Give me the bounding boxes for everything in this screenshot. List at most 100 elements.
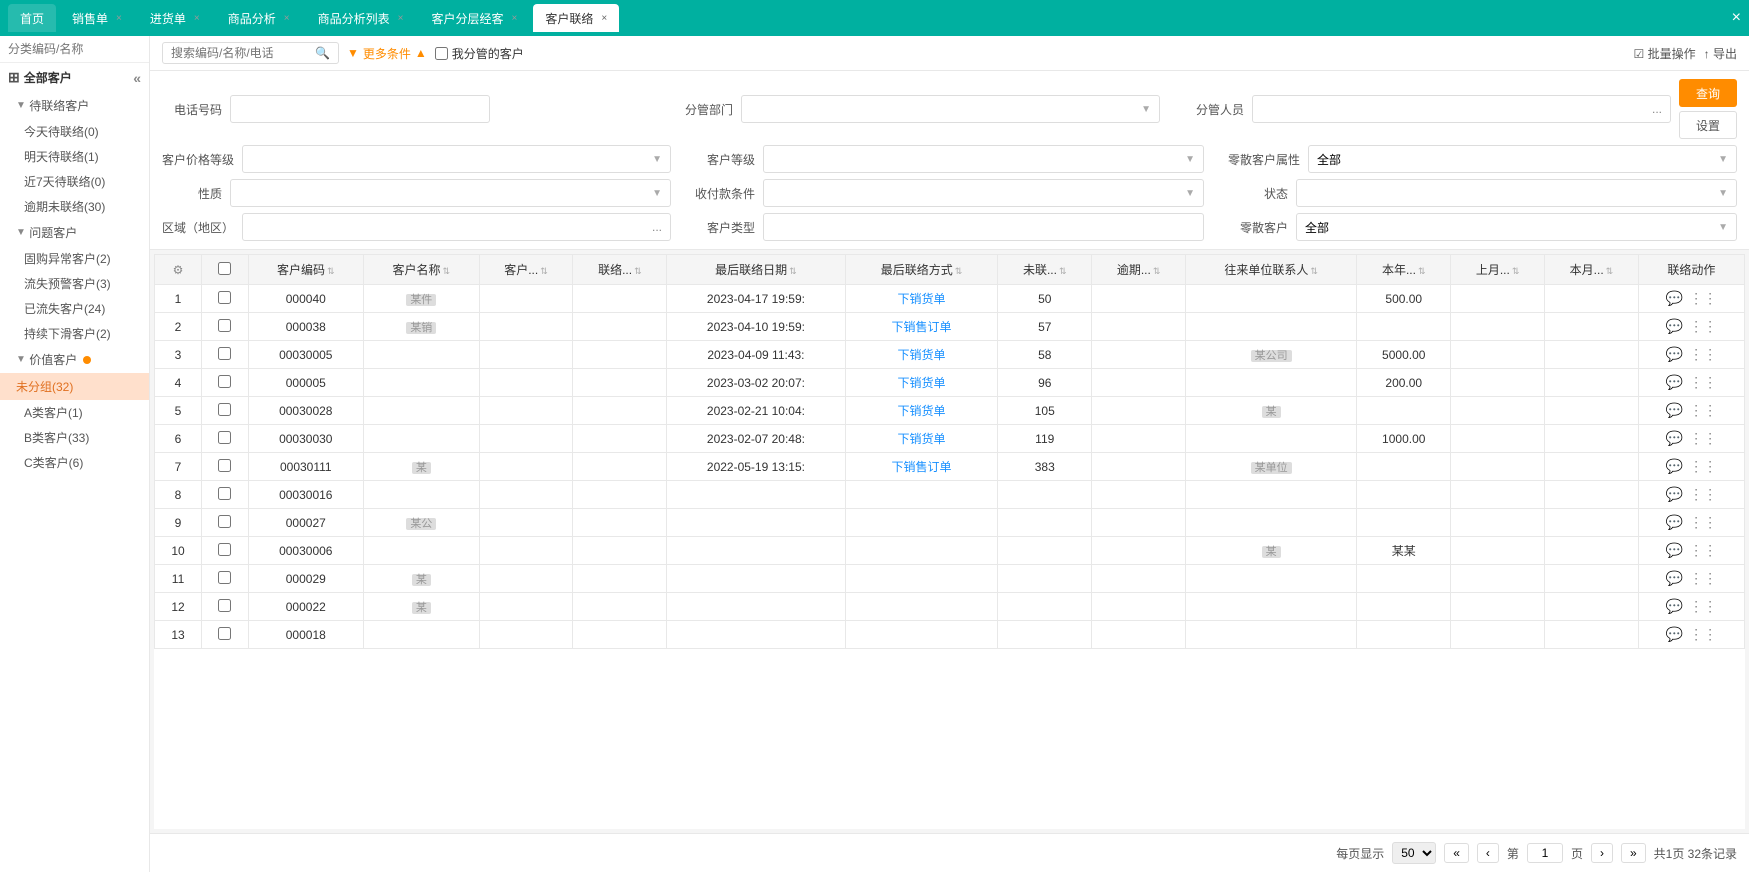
row-last-method[interactable] bbox=[845, 565, 998, 593]
row-last-method[interactable]: 下销货单 bbox=[845, 369, 998, 397]
gender-select[interactable]: ▼ bbox=[230, 179, 671, 207]
last-page-button[interactable]: » bbox=[1621, 843, 1646, 863]
next-page-button[interactable]: › bbox=[1591, 843, 1613, 863]
sidebar-value-customers-header[interactable]: ▼ 价值客户 bbox=[0, 346, 149, 373]
more-icon[interactable]: ⋮⋮ bbox=[1689, 542, 1717, 559]
sidebar-item-c-class[interactable]: C类客户(6) bbox=[0, 450, 149, 475]
row-checkbox[interactable] bbox=[202, 397, 248, 425]
window-close-button[interactable]: × bbox=[1732, 9, 1741, 27]
contact-icon[interactable]: 💬 bbox=[1666, 346, 1683, 363]
phone-input[interactable] bbox=[230, 95, 490, 123]
tab-analysis-list-close[interactable]: × bbox=[398, 13, 404, 24]
contact-icon[interactable]: 💬 bbox=[1666, 570, 1683, 587]
tab-sales-close[interactable]: × bbox=[116, 13, 122, 24]
my-customers-checkbox-label[interactable]: 我分管的客户 bbox=[435, 45, 524, 62]
col-last-method[interactable]: 最后联络方式⇅ bbox=[845, 255, 998, 285]
row-checkbox[interactable] bbox=[202, 621, 248, 649]
row-last-method[interactable] bbox=[845, 481, 998, 509]
sidebar-item-declining[interactable]: 持续下滑客户(2) bbox=[0, 321, 149, 346]
batch-op-button[interactable]: ☑ 批量操作 bbox=[1634, 45, 1696, 62]
more-icon[interactable]: ⋮⋮ bbox=[1689, 346, 1717, 363]
contact-icon[interactable]: 💬 bbox=[1666, 290, 1683, 307]
export-button[interactable]: ↑ 导出 bbox=[1704, 45, 1737, 62]
row-last-method[interactable]: 下销货单 bbox=[845, 397, 998, 425]
col-type[interactable]: 客户...⇅ bbox=[479, 255, 573, 285]
sidebar-item-7days[interactable]: 近7天待联络(0) bbox=[0, 169, 149, 194]
more-icon[interactable]: ⋮⋮ bbox=[1689, 402, 1717, 419]
more-icon[interactable]: ⋮⋮ bbox=[1689, 486, 1717, 503]
col-name[interactable]: 客户名称⇅ bbox=[364, 255, 480, 285]
per-page-select[interactable]: 50 bbox=[1392, 842, 1436, 864]
contact-icon[interactable]: 💬 bbox=[1666, 486, 1683, 503]
row-checkbox[interactable] bbox=[202, 565, 248, 593]
search-button[interactable]: 查询 bbox=[1679, 79, 1737, 107]
tab-purchase[interactable]: 进货单 × bbox=[138, 4, 212, 32]
col-overdue[interactable]: 逾期...⇅ bbox=[1092, 255, 1186, 285]
more-icon[interactable]: ⋮⋮ bbox=[1689, 570, 1717, 587]
all-customers-header[interactable]: ⊞ 全部客户 « bbox=[0, 63, 149, 92]
row-last-method[interactable]: 下销货单 bbox=[845, 285, 998, 313]
more-icon[interactable]: ⋮⋮ bbox=[1689, 290, 1717, 307]
col-no-contact[interactable]: 未联...⇅ bbox=[998, 255, 1092, 285]
retail-attr-select[interactable]: 全部 ▼ bbox=[1308, 145, 1737, 173]
col-contact[interactable]: 联络...⇅ bbox=[573, 255, 667, 285]
more-icon[interactable]: ⋮⋮ bbox=[1689, 374, 1717, 391]
col-unit-contact[interactable]: 往来单位联系人⇅ bbox=[1186, 255, 1357, 285]
col-checkbox[interactable] bbox=[202, 255, 248, 285]
sidebar-item-overdue[interactable]: 逾期未联络(30) bbox=[0, 194, 149, 219]
first-page-button[interactable]: « bbox=[1444, 843, 1469, 863]
sidebar-pending-contact-header[interactable]: ▼ 待联络客户 bbox=[0, 92, 149, 119]
price-level-select[interactable]: ▼ bbox=[242, 145, 671, 173]
sidebar-item-abnormal[interactable]: 固购异常客户(2) bbox=[0, 246, 149, 271]
settings-icon[interactable]: ⚙ bbox=[173, 263, 184, 277]
col-this-month[interactable]: 本月...⇅ bbox=[1545, 255, 1639, 285]
tab-home[interactable]: 首页 bbox=[8, 4, 56, 32]
contact-icon[interactable]: 💬 bbox=[1666, 458, 1683, 475]
tab-analysis-list[interactable]: 商品分析列表 × bbox=[306, 4, 416, 32]
dept-select[interactable]: ▼ bbox=[741, 95, 1160, 123]
page-input[interactable] bbox=[1527, 843, 1563, 863]
customer-level-select[interactable]: ▼ bbox=[763, 145, 1204, 173]
row-checkbox[interactable] bbox=[202, 341, 248, 369]
row-last-method[interactable] bbox=[845, 537, 998, 565]
sidebar-search-input[interactable] bbox=[8, 42, 150, 56]
contact-icon[interactable]: 💬 bbox=[1666, 542, 1683, 559]
filter-more-button[interactable]: ▼ 更多条件 ▲ bbox=[347, 45, 427, 62]
region-select[interactable]: ... bbox=[242, 213, 671, 241]
col-code[interactable]: 客户编码⇅ bbox=[248, 255, 364, 285]
tab-customer-contact-close[interactable]: × bbox=[601, 13, 607, 24]
payment-select[interactable]: ▼ bbox=[763, 179, 1204, 207]
contact-icon[interactable]: 💬 bbox=[1666, 402, 1683, 419]
row-last-method[interactable]: 下销售订单 bbox=[845, 313, 998, 341]
sidebar-item-b-class[interactable]: B类客户(33) bbox=[0, 425, 149, 450]
retail-customer-select[interactable]: 全部 ▼ bbox=[1296, 213, 1737, 241]
row-last-method[interactable] bbox=[845, 509, 998, 537]
contact-icon[interactable]: 💬 bbox=[1666, 626, 1683, 643]
row-last-method[interactable]: 下销货单 bbox=[845, 341, 998, 369]
row-checkbox[interactable] bbox=[202, 313, 248, 341]
tab-customer-contact[interactable]: 客户联络 × bbox=[533, 4, 619, 32]
more-icon[interactable]: ⋮⋮ bbox=[1689, 430, 1717, 447]
reset-button[interactable]: 设置 bbox=[1679, 111, 1737, 139]
col-last-month[interactable]: 上月...⇅ bbox=[1451, 255, 1545, 285]
row-checkbox[interactable] bbox=[202, 425, 248, 453]
sidebar-item-tomorrow[interactable]: 明天待联络(1) bbox=[0, 144, 149, 169]
search-box[interactable]: 🔍 bbox=[162, 42, 339, 64]
status-select[interactable]: ▼ bbox=[1296, 179, 1737, 207]
sidebar-search-box[interactable]: 🔍 bbox=[0, 36, 149, 63]
collapse-icon[interactable]: « bbox=[133, 70, 141, 86]
contact-icon[interactable]: 💬 bbox=[1666, 374, 1683, 391]
dots-icon2[interactable]: ... bbox=[652, 220, 662, 234]
row-checkbox[interactable] bbox=[202, 593, 248, 621]
row-last-method[interactable] bbox=[845, 593, 998, 621]
tab-purchase-close[interactable]: × bbox=[194, 13, 200, 24]
tab-analysis[interactable]: 商品分析 × bbox=[216, 4, 302, 32]
row-checkbox[interactable] bbox=[202, 509, 248, 537]
sidebar-item-churned[interactable]: 已流失客户(24) bbox=[0, 296, 149, 321]
more-icon[interactable]: ⋮⋮ bbox=[1689, 458, 1717, 475]
row-checkbox[interactable] bbox=[202, 285, 248, 313]
contact-icon[interactable]: 💬 bbox=[1666, 430, 1683, 447]
contact-icon[interactable]: 💬 bbox=[1666, 514, 1683, 531]
sidebar-problem-customers-header[interactable]: ▼ 问题客户 bbox=[0, 219, 149, 246]
row-last-method[interactable]: 下销售订单 bbox=[845, 453, 998, 481]
